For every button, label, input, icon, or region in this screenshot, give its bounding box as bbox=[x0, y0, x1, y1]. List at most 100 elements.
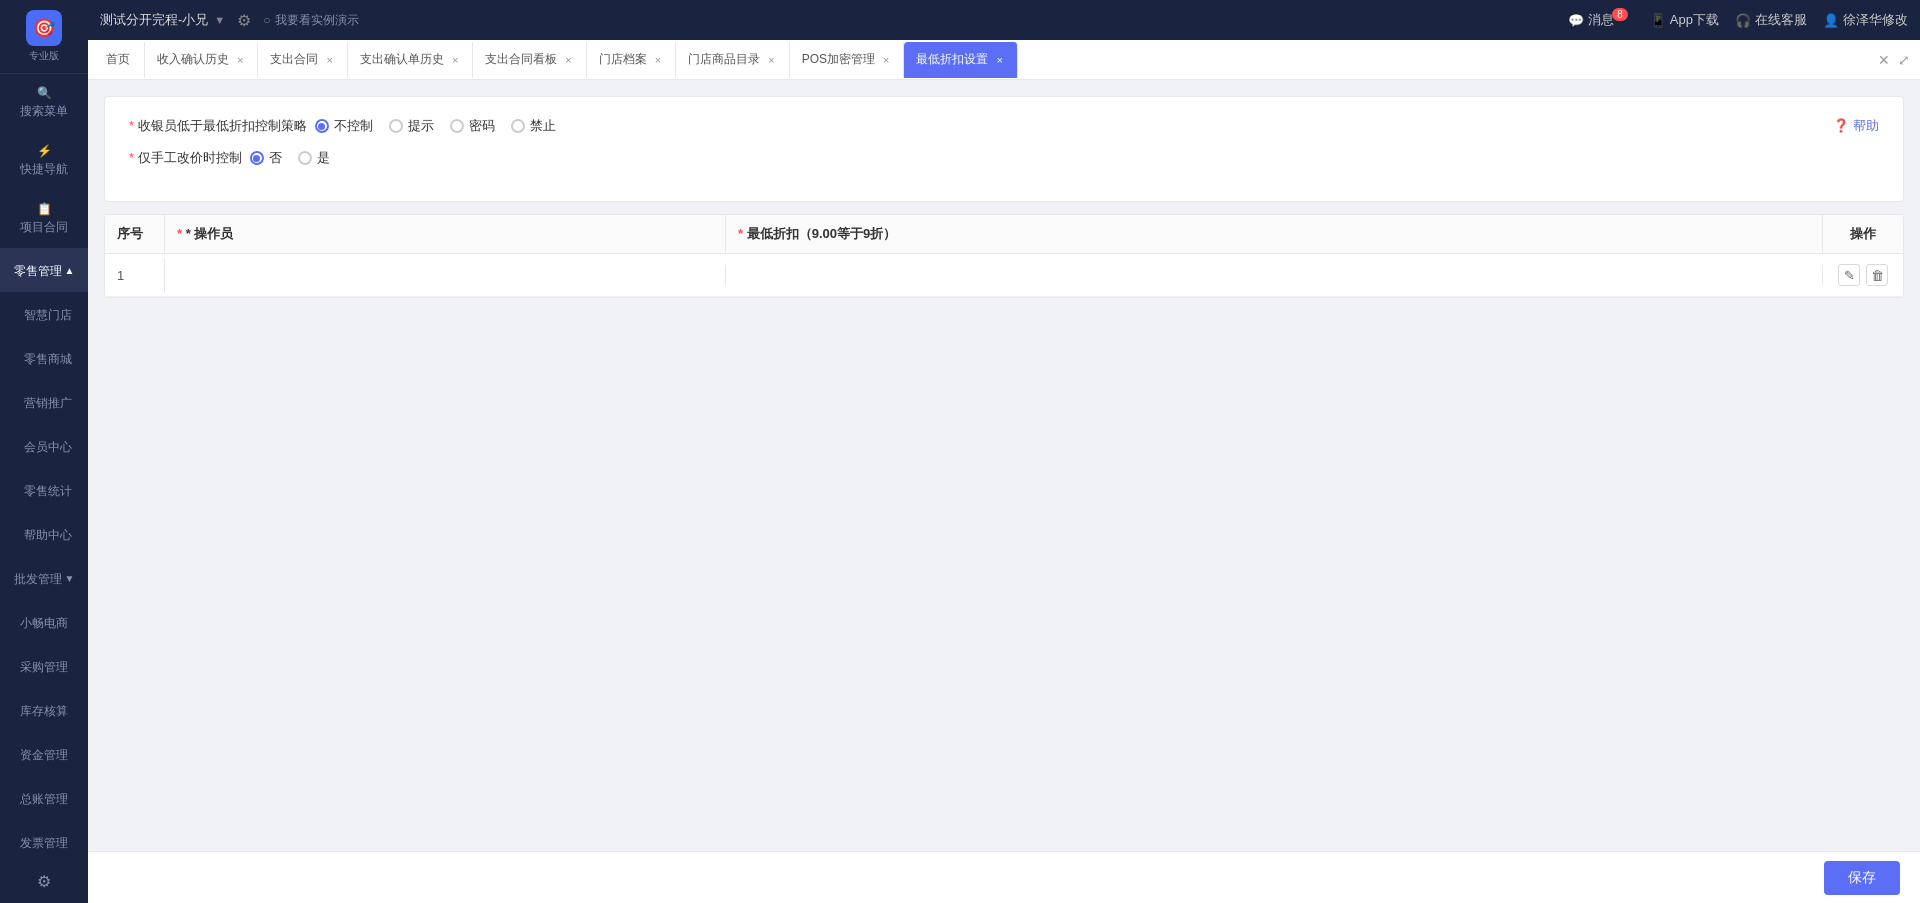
sidebar-logo: 🎯 专业版 bbox=[0, 0, 88, 74]
customer-service-label: 在线客服 bbox=[1755, 11, 1807, 29]
sidebar-nav: 🔍 搜索菜单 ⚡ 快捷导航 📋 项目合同 零售管理 ▲ 智慧门店 零售商城 营销… bbox=[0, 74, 88, 860]
tab-income-history-close[interactable]: × bbox=[235, 52, 245, 68]
row-delete-button[interactable]: 🗑 bbox=[1866, 264, 1888, 286]
sidebar-item-member-center[interactable]: 会员中心 bbox=[0, 424, 88, 468]
radio-password[interactable]: 密码 bbox=[450, 117, 495, 135]
sidebar-item-quick-nav[interactable]: ⚡ 快捷导航 bbox=[0, 132, 88, 190]
tab-expenditure-contract-close[interactable]: × bbox=[324, 52, 334, 68]
sidebar-item-retail-stats[interactable]: 零售统计 bbox=[0, 468, 88, 512]
topbar: 测试分开完程-小兄 ▼ ⚙ ○ 我要看实例演示 💬 消息 8 📱 App下载 🎧… bbox=[88, 0, 1920, 40]
topbar-settings-button[interactable]: ⚙ bbox=[237, 11, 251, 30]
sidebar-item-purchase[interactable]: 采购管理 bbox=[0, 644, 88, 688]
tab-close-all-button[interactable]: ✕ bbox=[1878, 52, 1890, 68]
sidebar-item-help-center[interactable]: 帮助中心 bbox=[0, 512, 88, 556]
tab-store-file-close[interactable]: × bbox=[653, 52, 663, 68]
row-edit-button[interactable]: ✎ bbox=[1838, 264, 1860, 286]
col-header-operator: * * 操作员 bbox=[165, 215, 726, 253]
demo-text: 我要看实例演示 bbox=[275, 12, 359, 29]
sidebar-settings-button[interactable]: ⚙ bbox=[0, 860, 88, 903]
retail-arrow-icon: ▲ bbox=[65, 265, 75, 276]
form-row-policy: 收银员低于最低折扣控制策略 不控制 提示 密码 bbox=[129, 117, 1879, 135]
tab-store-catalog[interactable]: 门店商品目录 × bbox=[676, 42, 789, 78]
bottom-bar: 保存 bbox=[88, 851, 1920, 903]
content-area: 收银员低于最低折扣控制策略 不控制 提示 密码 bbox=[88, 80, 1920, 851]
tab-home[interactable]: 首页 bbox=[92, 42, 145, 78]
tab-expand-button[interactable]: ⤢ bbox=[1898, 52, 1910, 68]
row-operator bbox=[165, 265, 726, 285]
radio-password-label: 密码 bbox=[469, 117, 495, 135]
app-download-button[interactable]: 📱 App下载 bbox=[1650, 11, 1719, 29]
tab-income-history[interactable]: 收入确认历史 × bbox=[145, 42, 258, 78]
tab-contract-kanban[interactable]: 支出合同看板 × bbox=[473, 42, 586, 78]
radio-prohibit[interactable]: 禁止 bbox=[511, 117, 556, 135]
sidebar-item-ecommerce[interactable]: 小畅电商 bbox=[0, 600, 88, 644]
sidebar-item-smart-store[interactable]: 智慧门店 bbox=[0, 292, 88, 336]
col-header-discount: * 最低折扣（9.00等于9折） bbox=[726, 215, 1823, 253]
logo-text: 专业版 bbox=[29, 49, 59, 63]
radio-yes[interactable]: 是 bbox=[298, 149, 330, 167]
tab-pos-management[interactable]: POS加密管理 × bbox=[790, 42, 905, 78]
radio-no[interactable]: 否 bbox=[250, 149, 282, 167]
project-name: 测试分开完程-小兄 bbox=[100, 11, 208, 29]
message-icon: 💬 bbox=[1568, 13, 1584, 28]
project-dropdown-icon: ▼ bbox=[214, 14, 225, 26]
tab-pos-management-close[interactable]: × bbox=[881, 52, 891, 68]
form-row-manual-price: 仅手工改价时控制 否 是 bbox=[129, 149, 1879, 167]
radio-no-label: 否 bbox=[269, 149, 282, 167]
policy-label: 收银员低于最低折扣控制策略 bbox=[129, 117, 307, 135]
help-icon[interactable]: ❓ 帮助 bbox=[1833, 117, 1879, 135]
tab-store-catalog-close[interactable]: × bbox=[766, 52, 776, 68]
tab-expenditure-history[interactable]: 支出确认单历史 × bbox=[348, 42, 473, 78]
radio-prohibit-circle bbox=[511, 119, 525, 133]
wholesale-arrow-icon: ▼ bbox=[65, 573, 75, 584]
discount-table: 序号 * * 操作员 * 最低折扣（9.00等于9折） 操作 1 ✎ 🗑 bbox=[104, 214, 1904, 298]
demo-link[interactable]: ○ 我要看实例演示 bbox=[263, 12, 359, 29]
sidebar-item-inventory[interactable]: 库存核算 bbox=[0, 688, 88, 732]
message-button[interactable]: 💬 消息 8 bbox=[1568, 11, 1634, 29]
settings-icon: ⚙ bbox=[37, 872, 51, 891]
user-menu-button[interactable]: 👤 徐泽华修改 bbox=[1823, 11, 1908, 29]
tab-expenditure-history-close[interactable]: × bbox=[450, 52, 460, 68]
save-button[interactable]: 保存 bbox=[1824, 861, 1900, 895]
col-header-action: 操作 bbox=[1823, 215, 1903, 253]
tabbar-controls: ✕ ⤢ bbox=[1868, 52, 1920, 68]
radio-no-control-circle bbox=[315, 119, 329, 133]
app-download-icon: 📱 bbox=[1650, 13, 1666, 28]
tabbar: 首页 收入确认历史 × 支出合同 × 支出确认单历史 × 支出合同看板 × 门店… bbox=[88, 40, 1920, 80]
project-selector[interactable]: 测试分开完程-小兄 ▼ bbox=[100, 11, 225, 29]
sidebar-item-finance[interactable]: 资金管理 bbox=[0, 732, 88, 776]
tab-min-discount[interactable]: 最低折扣设置 × bbox=[904, 42, 1017, 78]
sidebar-item-ledger[interactable]: 总账管理 bbox=[0, 776, 88, 820]
tab-expenditure-contract[interactable]: 支出合同 × bbox=[258, 42, 347, 78]
tab-contract-kanban-close[interactable]: × bbox=[563, 52, 573, 68]
policy-radio-group: 不控制 提示 密码 禁止 bbox=[315, 117, 556, 135]
sidebar-item-search[interactable]: 🔍 搜索菜单 bbox=[0, 74, 88, 132]
radio-remind-label: 提示 bbox=[408, 117, 434, 135]
user-avatar-icon: 👤 bbox=[1823, 13, 1839, 28]
tab-store-file-label: 门店档案 bbox=[599, 51, 647, 68]
radio-yes-label: 是 bbox=[317, 149, 330, 167]
tab-store-file[interactable]: 门店档案 × bbox=[587, 42, 676, 78]
logo-icon: 🎯 bbox=[26, 10, 62, 46]
radio-no-control-label: 不控制 bbox=[334, 117, 373, 135]
table-row: 1 ✎ 🗑 bbox=[105, 254, 1903, 297]
sidebar-item-project-contract[interactable]: 📋 项目合同 bbox=[0, 190, 88, 248]
radio-prohibit-label: 禁止 bbox=[530, 117, 556, 135]
tab-min-discount-close[interactable]: × bbox=[994, 52, 1004, 68]
customer-service-button[interactable]: 🎧 在线客服 bbox=[1735, 11, 1807, 29]
customer-service-icon: 🎧 bbox=[1735, 13, 1751, 28]
table-header: 序号 * * 操作员 * 最低折扣（9.00等于9折） 操作 bbox=[105, 215, 1903, 254]
project-contract-icon: 📋 bbox=[37, 202, 52, 216]
radio-no-control[interactable]: 不控制 bbox=[315, 117, 373, 135]
sidebar-item-marketing[interactable]: 营销推广 bbox=[0, 380, 88, 424]
sidebar-item-retail-management[interactable]: 零售管理 ▲ bbox=[0, 248, 88, 292]
sidebar-item-wholesale[interactable]: 批发管理 ▼ bbox=[0, 556, 88, 600]
discount-col-label-text: 最低折扣（9.00等于9折） bbox=[747, 226, 897, 241]
radio-remind[interactable]: 提示 bbox=[389, 117, 434, 135]
sidebar-item-invoice[interactable]: 发票管理 bbox=[0, 820, 88, 860]
sidebar-item-retail-mall[interactable]: 零售商城 bbox=[0, 336, 88, 380]
search-menu-icon: 🔍 bbox=[37, 86, 52, 100]
tab-min-discount-label: 最低折扣设置 bbox=[916, 51, 988, 68]
radio-no-circle bbox=[250, 151, 264, 165]
tab-contract-kanban-label: 支出合同看板 bbox=[485, 51, 557, 68]
